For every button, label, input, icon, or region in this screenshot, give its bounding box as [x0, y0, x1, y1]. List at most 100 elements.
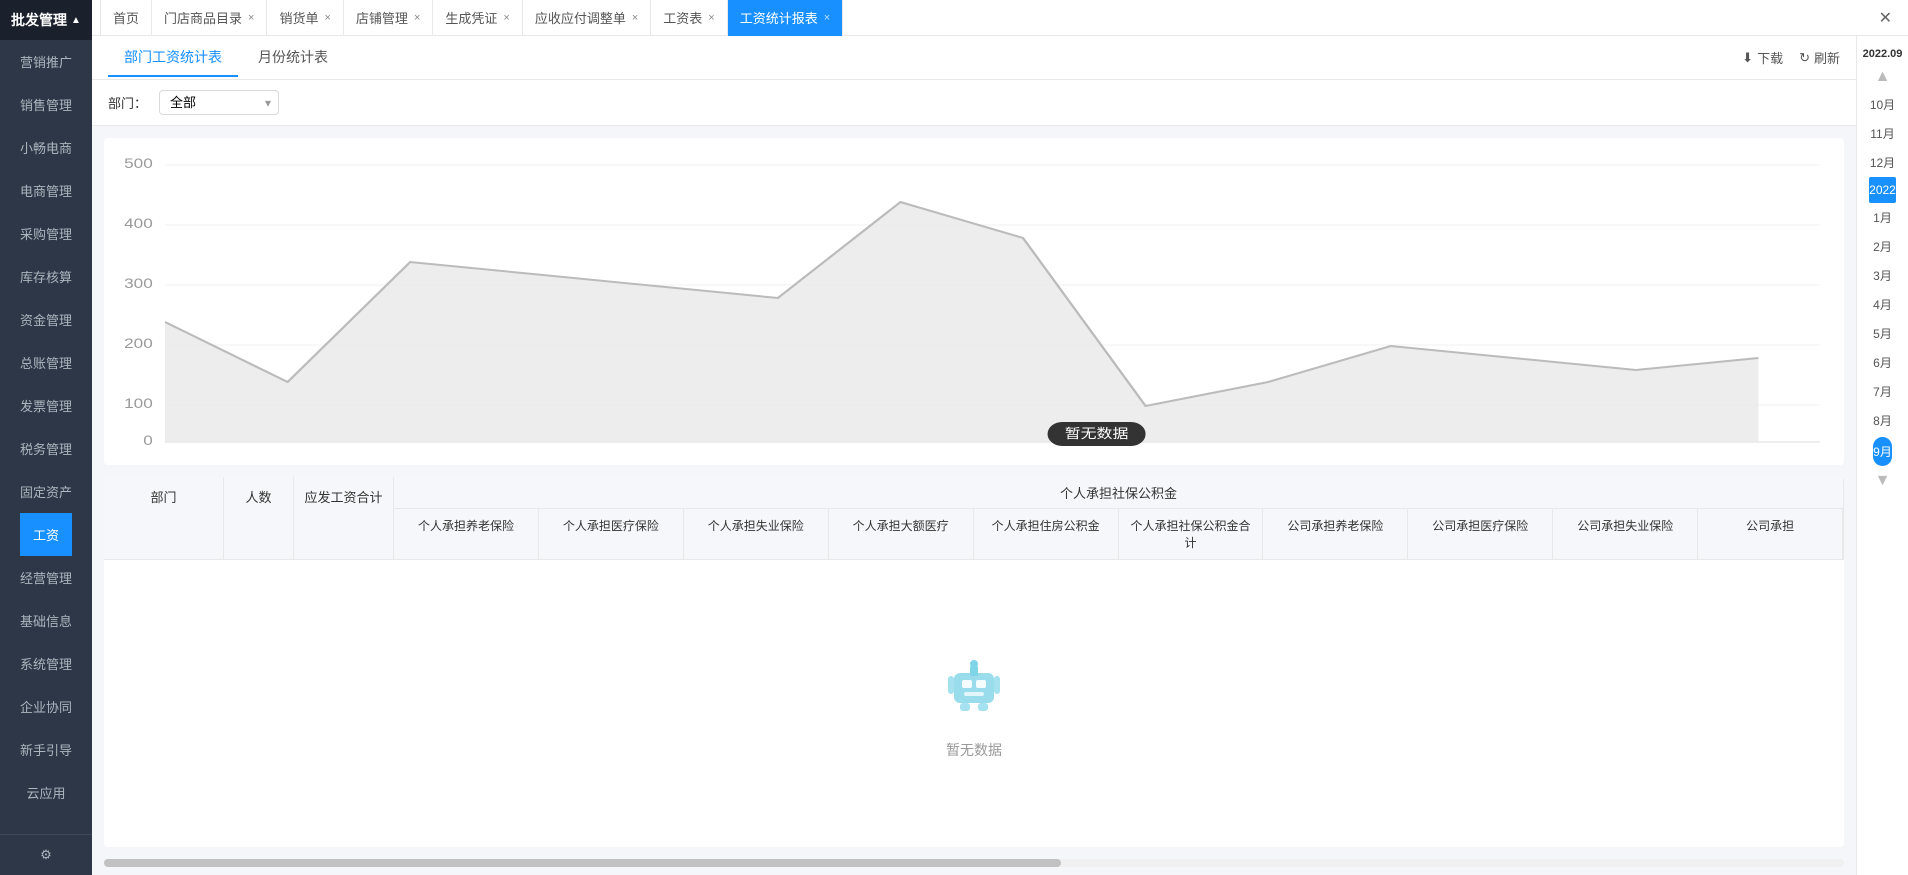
- tab-label: 门店商品目录: [164, 8, 242, 27]
- th-col-个人承担医疗保险: 个人承担医疗保险: [539, 509, 684, 559]
- timeline-down-arrow[interactable]: ▼: [1871, 468, 1895, 494]
- sidebar-item-发票管理[interactable]: 发票管理: [20, 384, 72, 427]
- timeline-items: 10月11月12月20221月2月3月4月5月6月7月8月9月: [1869, 90, 1896, 468]
- svg-text:300: 300: [124, 276, 153, 291]
- sub-tab-department[interactable]: 部门工资统计表: [108, 39, 238, 77]
- tab-应收应付调整单[interactable]: 应收应付调整单 ×: [523, 0, 651, 36]
- tab-label: 工资统计报表: [740, 8, 818, 27]
- sidebar-item-小畅电商[interactable]: 小畅电商: [20, 126, 72, 169]
- timeline-item-3月[interactable]: 3月: [1869, 261, 1896, 290]
- empty-robot-icon: [934, 648, 1014, 728]
- tab-工资统计报表[interactable]: 工资统计报表 ×: [728, 0, 843, 36]
- download-label: 下载: [1757, 48, 1783, 67]
- sub-tabs: 部门工资统计表 月份统计表 ⬇ 下载 ↻ 刷新: [92, 36, 1856, 80]
- sidebar-item-系统管理[interactable]: 系统管理: [20, 642, 72, 685]
- timeline-item-2022[interactable]: 2022: [1869, 177, 1896, 203]
- sidebar-item-企业协同[interactable]: 企业协同: [20, 685, 72, 728]
- timeline-up-arrow[interactable]: ▲: [1871, 64, 1895, 90]
- tab-首页[interactable]: 首页: [100, 0, 152, 36]
- th-col-公司承担: 公司承担: [1698, 509, 1843, 559]
- tab-close-icon[interactable]: ×: [248, 12, 254, 24]
- refresh-label: 刷新: [1814, 48, 1840, 67]
- table-empty: 暂无数据: [104, 560, 1844, 847]
- tabbar-close-button[interactable]: ✕: [1871, 8, 1900, 28]
- timeline-item-4月[interactable]: 4月: [1869, 290, 1896, 319]
- timeline-item-11月[interactable]: 11月: [1869, 119, 1896, 148]
- timeline-year-display: 2022.09: [1857, 44, 1908, 64]
- svg-text:100: 100: [124, 396, 153, 411]
- timeline-item-9月[interactable]: 9月: [1873, 437, 1892, 466]
- timeline-item-8月[interactable]: 8月: [1869, 406, 1896, 435]
- th-headcount: 人数: [224, 477, 294, 559]
- sidebar-item-经营管理[interactable]: 经营管理: [20, 556, 72, 599]
- th-group-header: 个人承担社保公积金: [394, 477, 1843, 509]
- sidebar-item-基础信息[interactable]: 基础信息: [20, 599, 72, 642]
- sidebar-settings-button[interactable]: ⚙: [0, 834, 92, 875]
- refresh-icon: ↻: [1799, 50, 1810, 66]
- tab-bar: 首页门店商品目录×销货单×店铺管理×生成凭证×应收应付调整单×工资表×工资统计报…: [92, 0, 1908, 36]
- sidebar-item-销售管理[interactable]: 销售管理: [20, 83, 72, 126]
- th-group-cols: 个人承担养老保险个人承担医疗保险个人承担失业保险个人承担大额医疗个人承担住房公积…: [394, 509, 1843, 559]
- tab-label: 首页: [113, 8, 139, 27]
- tab-门店商品目录[interactable]: 门店商品目录 ×: [152, 0, 267, 36]
- table-area: 部门 人数 应发工资合计 个人承担社保公积金 个人承担养老保险个人承担医疗保险个…: [104, 477, 1844, 847]
- timeline-item-6月[interactable]: 6月: [1869, 348, 1896, 377]
- timeline-item-7月[interactable]: 7月: [1869, 377, 1896, 406]
- download-icon: ⬇: [1742, 50, 1753, 66]
- svg-text:200: 200: [124, 336, 153, 351]
- tab-label: 工资表: [663, 8, 702, 27]
- download-button[interactable]: ⬇ 下载: [1742, 48, 1783, 67]
- sidebar-item-新手引导[interactable]: 新手引导: [20, 728, 72, 771]
- department-select[interactable]: 全部 部门A 部门B: [159, 90, 279, 115]
- empty-label: 暂无数据: [946, 740, 1002, 760]
- sidebar-header[interactable]: 批发管理 ▲: [0, 0, 92, 40]
- sub-tabs-actions: ⬇ 下载 ↻ 刷新: [1742, 48, 1840, 67]
- timeline-sidebar: 2022.09 ▲ 10月11月12月20221月2月3月4月5月6月7月8月9…: [1856, 36, 1908, 875]
- timeline-item-2月[interactable]: 2月: [1869, 232, 1896, 261]
- th-col-公司承担失业保险: 公司承担失业保险: [1553, 509, 1698, 559]
- timeline-item-1月[interactable]: 1月: [1869, 203, 1896, 232]
- settings-icon: ⚙: [40, 847, 52, 862]
- tab-close-icon[interactable]: ×: [324, 12, 330, 24]
- sidebar-item-库存核算[interactable]: 库存核算: [20, 255, 72, 298]
- tab-close-icon[interactable]: ×: [708, 12, 714, 24]
- tab-close-icon[interactable]: ×: [414, 12, 420, 24]
- sub-tab-month[interactable]: 月份统计表: [242, 39, 344, 77]
- sidebar-item-电商管理[interactable]: 电商管理: [20, 169, 72, 212]
- tab-close-icon[interactable]: ×: [824, 12, 830, 24]
- tab-生成凭证[interactable]: 生成凭证 ×: [433, 0, 522, 36]
- horizontal-scrollbar[interactable]: [104, 859, 1844, 867]
- sidebar-item-营销推广[interactable]: 营销推广: [20, 40, 72, 83]
- tab-店铺管理[interactable]: 店铺管理 ×: [344, 0, 433, 36]
- th-col-公司承担医疗保险: 公司承担医疗保险: [1408, 509, 1553, 559]
- sidebar-item-税务管理[interactable]: 税务管理: [20, 427, 72, 470]
- sidebar-item-资金管理[interactable]: 资金管理: [20, 298, 72, 341]
- th-col-公司承担养老保险: 公司承担养老保险: [1263, 509, 1408, 559]
- sidebar-items: 营销推广销售管理小畅电商电商管理采购管理库存核算资金管理总账管理发票管理税务管理…: [20, 40, 72, 814]
- page: 部门工资统计表 月份统计表 ⬇ 下载 ↻ 刷新 部门：: [92, 36, 1856, 875]
- sidebar-item-工资[interactable]: 工资: [20, 513, 72, 556]
- sidebar-item-云应用[interactable]: 云应用: [20, 771, 72, 814]
- tab-label: 销货单: [279, 8, 318, 27]
- sidebar-item-采购管理[interactable]: 采购管理: [20, 212, 72, 255]
- th-col-个人承担大额医疗: 个人承担大额医疗: [829, 509, 974, 559]
- th-total-salary: 应发工资合计: [294, 477, 394, 559]
- tab-close-icon[interactable]: ×: [503, 12, 509, 24]
- refresh-button[interactable]: ↻ 刷新: [1799, 48, 1840, 67]
- svg-text:暂无数据: 暂无数据: [1065, 426, 1129, 441]
- scroll-thumb[interactable]: [104, 859, 1061, 867]
- timeline-item-10月[interactable]: 10月: [1869, 90, 1896, 119]
- th-col-个人承担社保公积金合计: 个人承担社保公积金合计: [1119, 509, 1264, 559]
- tab-工资表[interactable]: 工资表 ×: [651, 0, 727, 36]
- sidebar-item-固定资产[interactable]: 固定资产: [20, 470, 72, 513]
- timeline-item-12月[interactable]: 12月: [1869, 148, 1896, 177]
- timeline-item-5月[interactable]: 5月: [1869, 319, 1896, 348]
- tab-销货单[interactable]: 销货单 ×: [267, 0, 343, 36]
- sidebar-item-总账管理[interactable]: 总账管理: [20, 341, 72, 384]
- tab-label: 应收应付调整单: [535, 8, 626, 27]
- tab-label: 生成凭证: [445, 8, 497, 27]
- tab-label: 店铺管理: [356, 8, 408, 27]
- sidebar-title: 批发管理: [11, 10, 67, 30]
- svg-text:0: 0: [143, 433, 153, 448]
- tab-close-icon[interactable]: ×: [632, 12, 638, 24]
